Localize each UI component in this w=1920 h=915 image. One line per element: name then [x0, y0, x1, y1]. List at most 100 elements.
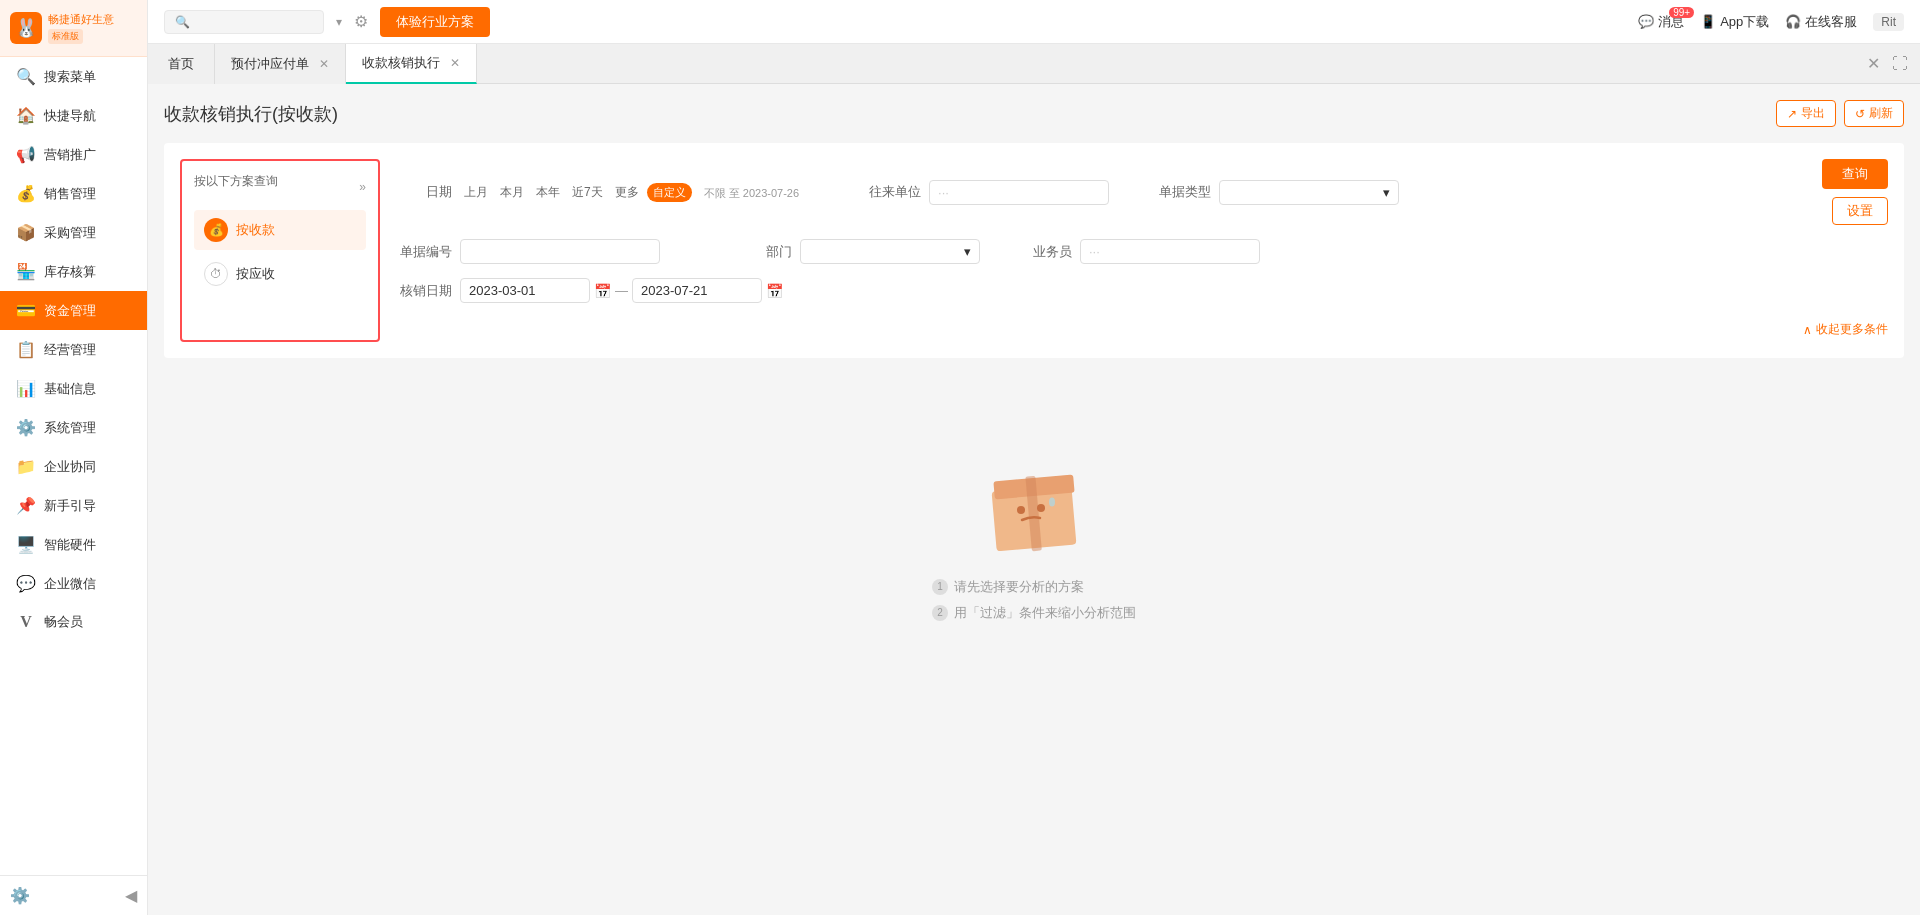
page-title-bar: 收款核销执行(按收款) ↗ 导出 ↺ 刷新 [164, 100, 1904, 127]
empty-illustration [974, 438, 1094, 558]
collapse-sidebar-icon[interactable]: ◀ [125, 886, 137, 905]
svg-point-4 [1037, 504, 1045, 512]
message-button[interactable]: 💬 99+ 消息 [1638, 13, 1684, 31]
collapse-row: ∧ 收起更多条件 [392, 317, 1888, 342]
enterprise-collab-icon: 📁 [16, 457, 36, 476]
tab-receipt-offset[interactable]: 收款核销执行 ✕ [346, 44, 477, 84]
sidebar-item-enterprise-collab[interactable]: 📁 企业协同 [0, 447, 147, 486]
sidebar-item-search-menu[interactable]: 🔍 搜索菜单 [0, 57, 147, 96]
industry-btn[interactable]: 体验行业方案 [380, 7, 490, 37]
query-actions: 查询 设置 [1822, 159, 1888, 225]
smart-hardware-icon: 🖥️ [16, 535, 36, 554]
service-icon: 🎧 [1785, 14, 1801, 29]
verify-date-start-input[interactable] [460, 278, 590, 303]
doc-type-label: 单据类型 [1141, 183, 1211, 201]
export-icon: ↗ [1787, 107, 1797, 121]
sidebar-item-label: 系统管理 [44, 419, 96, 437]
page-title-actions: ↗ 导出 ↺ 刷新 [1776, 100, 1904, 127]
date-custom-badge[interactable]: 自定义 [647, 183, 692, 202]
sidebar: 🐰 畅捷通好生意 标准版 🔍 搜索菜单 🏠 快捷导航 📢 营销推广 💰 销售管理… [0, 0, 148, 915]
system-icon: ⚙️ [16, 418, 36, 437]
collapse-scheme-icon[interactable]: » [359, 180, 366, 194]
partner-input[interactable]: ··· [929, 180, 1109, 205]
sidebar-item-label: 畅会员 [44, 613, 83, 631]
staff-label: 业务员 [1012, 243, 1072, 261]
sidebar-item-label: 智能硬件 [44, 536, 96, 554]
sidebar-item-marketing[interactable]: 📢 营销推广 [0, 135, 147, 174]
svg-point-5 [1049, 498, 1055, 507]
topbar-chevron-icon[interactable]: ▾ [336, 15, 342, 29]
topbar-search-box[interactable]: 🔍 [164, 10, 324, 34]
search-icon: 🔍 [175, 15, 190, 29]
tab-prepay-offset[interactable]: 预付冲应付单 ✕ [215, 44, 346, 84]
sidebar-item-member[interactable]: V 畅会员 [0, 603, 147, 641]
sidebar-item-operation[interactable]: 📋 经营管理 [0, 330, 147, 369]
date-last-month[interactable]: 上月 [460, 182, 492, 203]
tab-home[interactable]: 首页 [148, 44, 215, 84]
user-badge[interactable]: Rit [1873, 13, 1904, 31]
doc-no-field: 单据编号 [392, 239, 660, 264]
staff-input[interactable]: ··· [1080, 239, 1260, 264]
sidebar-item-label: 销售管理 [44, 185, 96, 203]
online-service-button[interactable]: 🎧 在线客服 [1785, 13, 1857, 31]
sidebar-item-label: 基础信息 [44, 380, 96, 398]
tabbar-actions: ✕ ⛶ [1855, 44, 1920, 84]
expand-tab-icon[interactable]: ⛶ [1888, 51, 1912, 77]
empty-hint-1: 1 请先选择要分析的方案 [932, 574, 1136, 600]
query-button[interactable]: 查询 [1822, 159, 1888, 189]
receipt-offset-tab-close[interactable]: ✕ [450, 56, 460, 70]
sidebar-item-guide[interactable]: 📌 新手引导 [0, 486, 147, 525]
logo-badge: 标准版 [48, 29, 83, 44]
sidebar-item-finance[interactable]: 💳 资金管理 [0, 291, 147, 330]
dept-chevron: ▾ [964, 244, 971, 259]
sidebar-item-label: 资金管理 [44, 302, 96, 320]
app-download-button[interactable]: 📱 App下载 [1700, 13, 1769, 31]
hint-text-2: 用「过滤」条件来缩小分析范围 [954, 600, 1136, 626]
service-label: 在线客服 [1805, 13, 1857, 31]
setting-button[interactable]: 设置 [1832, 197, 1888, 225]
receipt-offset-tab-label: 收款核销执行 [362, 54, 440, 72]
topbar: 🔍 ▾ ⚙ 体验行业方案 💬 99+ 消息 📱 App下载 🎧 在线客服 Rit [148, 0, 1920, 44]
sidebar-item-wechat[interactable]: 💬 企业微信 [0, 564, 147, 603]
doc-no-input[interactable] [460, 239, 660, 264]
content-area: 收款核销执行(按收款) ↗ 导出 ↺ 刷新 按以下方案 [148, 84, 1920, 915]
prepay-offset-tab-close[interactable]: ✕ [319, 57, 329, 71]
verify-date-end-cal-icon[interactable]: 📅 [766, 283, 783, 299]
sidebar-item-inventory[interactable]: 🏪 库存核算 [0, 252, 147, 291]
operation-icon: 📋 [16, 340, 36, 359]
refresh-label: 刷新 [1869, 105, 1893, 122]
sales-icon: 💰 [16, 184, 36, 203]
query-option-by-receivable[interactable]: ⏱ 按应收 [194, 254, 366, 294]
close-tab-icon[interactable]: ✕ [1863, 50, 1884, 77]
sidebar-item-label: 新手引导 [44, 497, 96, 515]
query-scheme-panel: 按以下方案查询 » 💰 按收款 ⏱ 按应收 [180, 159, 380, 342]
sidebar-item-smart-hardware[interactable]: 🖥️ 智能硬件 [0, 525, 147, 564]
export-button[interactable]: ↗ 导出 [1776, 100, 1836, 127]
sidebar-item-basic-info[interactable]: 📊 基础信息 [0, 369, 147, 408]
collapse-label: 收起更多条件 [1816, 321, 1888, 338]
hint-text-1: 请先选择要分析的方案 [954, 574, 1084, 600]
collapse-more-conditions[interactable]: ∧ 收起更多条件 [1803, 317, 1888, 342]
doc-type-select[interactable]: ▾ [1219, 180, 1399, 205]
verify-date-start-cal-icon[interactable]: 📅 [594, 283, 611, 299]
verify-date-end-input[interactable] [632, 278, 762, 303]
date-hint-container: 不限 至 2023-07-26 [704, 184, 799, 201]
date-more[interactable]: 更多 [611, 182, 643, 203]
date-this-month[interactable]: 本月 [496, 182, 528, 203]
sidebar-item-sales[interactable]: 💰 销售管理 [0, 174, 147, 213]
sidebar-item-quick-nav[interactable]: 🏠 快捷导航 [0, 96, 147, 135]
date-7days[interactable]: 近7天 [568, 182, 607, 203]
settings-bottom-icon[interactable]: ⚙️ [10, 886, 30, 905]
query-option-by-receipt[interactable]: 💰 按收款 [194, 210, 366, 250]
refresh-button[interactable]: ↺ 刷新 [1844, 100, 1904, 127]
main-area: 🔍 ▾ ⚙ 体验行业方案 💬 99+ 消息 📱 App下载 🎧 在线客服 Rit [148, 0, 1920, 915]
dept-select[interactable]: ▾ [800, 239, 980, 264]
sidebar-item-purchase[interactable]: 📦 采购管理 [0, 213, 147, 252]
topbar-right: 💬 99+ 消息 📱 App下载 🎧 在线客服 Rit [1638, 13, 1904, 31]
filter-row-2: 单据编号 部门 ▾ 业务员 [392, 239, 1888, 264]
sidebar-item-system[interactable]: ⚙️ 系统管理 [0, 408, 147, 447]
date-this-year[interactable]: 本年 [532, 182, 564, 203]
doc-type-field: 单据类型 ▾ [1141, 180, 1399, 205]
search-menu-icon: 🔍 [16, 67, 36, 86]
topbar-gear-icon[interactable]: ⚙ [354, 12, 368, 31]
